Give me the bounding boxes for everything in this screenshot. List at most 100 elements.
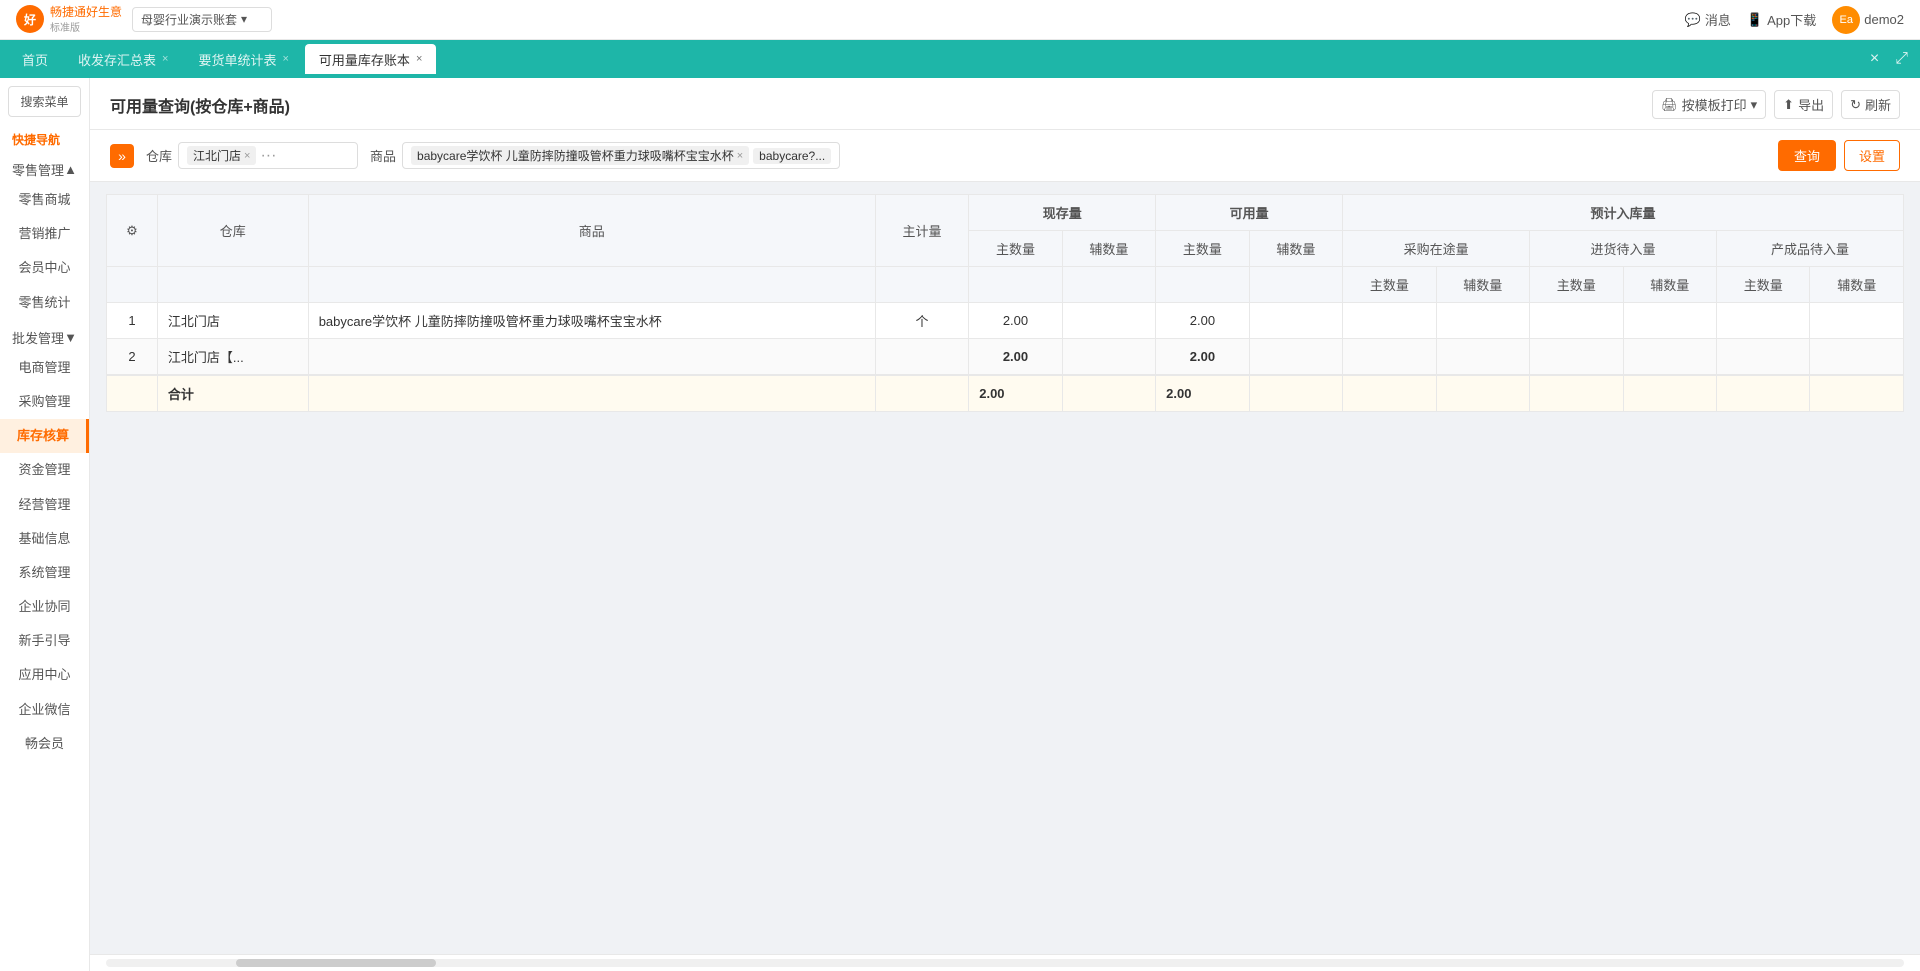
sidebar-item-vip[interactable]: 畅会员 [0, 727, 89, 761]
row2-num: 2 [107, 339, 158, 376]
print-label: 按模板打印 [1682, 95, 1747, 114]
refresh-label: 刷新 [1865, 95, 1891, 114]
tab-available[interactable]: 可用量库存账本 × [305, 44, 436, 74]
chevron-down-icon: ▾ [1751, 97, 1758, 113]
logo-sub: 标准版 [50, 19, 122, 34]
row2-stock-main: 2.00 [969, 339, 1062, 376]
sidebar-item-retail-mall[interactable]: 零售商城 [0, 183, 89, 217]
sidebar-item-marketing[interactable]: 营销推广 [0, 217, 89, 251]
logo-text-block: 畅捷通好生意 标准版 [50, 5, 122, 34]
col-warehouse: 仓库 [157, 195, 308, 267]
logo-icon: 好 [16, 5, 44, 33]
tab-close-all-btn[interactable]: × [1866, 48, 1883, 70]
col-gear-sub [107, 267, 158, 303]
col-incoming-header: 进货待入量 [1530, 231, 1717, 267]
content: 可用量查询(按仓库+商品) 🖨 按模板打印 ▾ ⬆ 导出 ↻ 刷新 [90, 78, 1920, 971]
warehouse-label: 仓库 [146, 146, 172, 165]
col-avail-aux: 辅数量 [1249, 231, 1342, 267]
top-bar: 好 畅捷通好生意 标准版 母婴行业演示账套 ▾ 💬 消息 📱 App下载 Ea … [0, 0, 1920, 40]
col-unit: 主计量 [875, 195, 968, 267]
col-avail-main-sub [1156, 267, 1249, 303]
app-download-action[interactable]: 📱 App下载 [1747, 10, 1816, 29]
tab-bar: 首页 收发存汇总表 × 要货单统计表 × 可用量库存账本 × × ⤢ [0, 40, 1920, 78]
sidebar-item-newbie[interactable]: 新手引导 [0, 624, 89, 658]
sidebar-item-appstore[interactable]: 应用中心 [0, 658, 89, 692]
tab-home[interactable]: 首页 [8, 44, 62, 74]
tab-order-stat[interactable]: 要货单统计表 × [184, 44, 302, 74]
footer-label: 合计 [157, 375, 308, 412]
sidebar-item-enterprise[interactable]: 企业协同 [0, 590, 89, 624]
col-inc-aux: 辅数量 [1623, 267, 1716, 303]
goods-tag1-close[interactable]: × [737, 150, 743, 162]
main-layout: 搜索菜单 快捷导航 零售管理 ▲ 零售商城 营销推广 会员中心 零售统计 批发管… [0, 78, 1920, 971]
row2-inc-aux [1623, 339, 1716, 376]
row1-unit: 个 [875, 303, 968, 339]
row2-prod-main [1716, 339, 1809, 376]
sidebar-item-members[interactable]: 会员中心 [0, 251, 89, 285]
sidebar-item-retail-stats[interactable]: 零售统计 [0, 286, 89, 320]
footer-goods [308, 375, 875, 412]
sidebar-item-retail[interactable]: 零售管理 ▲ [0, 152, 89, 183]
footer-stock-main: 2.00 [969, 375, 1062, 412]
footer-empty [107, 375, 158, 412]
sidebar-item-purchase[interactable]: 采购管理 [0, 385, 89, 419]
industry-select[interactable]: 母婴行业演示账套 ▾ [132, 7, 272, 32]
warehouse-more[interactable]: ··· [260, 147, 276, 165]
footer-pur-main [1343, 375, 1436, 412]
col-gear[interactable]: ⚙ [107, 195, 158, 267]
sidebar-item-ecommerce[interactable]: 电商管理 [0, 351, 89, 385]
message-label: 消息 [1705, 10, 1731, 29]
col-stock-aux-sub [1062, 267, 1155, 303]
scroll-thumb[interactable] [236, 959, 436, 967]
refresh-icon: ↻ [1850, 97, 1861, 113]
sidebar-item-operations[interactable]: 经营管理 [0, 488, 89, 522]
avatar: Ea [1832, 6, 1860, 34]
refresh-btn[interactable]: ↻ 刷新 [1841, 90, 1900, 119]
page-actions: 🖨 按模板打印 ▾ ⬆ 导出 ↻ 刷新 [1652, 90, 1900, 119]
sidebar-nav-label[interactable]: 快捷导航 [0, 125, 89, 152]
goods-tag1: babycare学饮杯 儿童防摔防撞吸管杯重力球吸嘴杯宝宝水杯 × [411, 146, 749, 165]
row1-inc-main [1530, 303, 1623, 339]
settings-btn[interactable]: 设置 [1844, 140, 1900, 171]
print-btn[interactable]: 🖨 按模板打印 ▾ [1652, 90, 1766, 119]
page-header: 可用量查询(按仓库+商品) 🖨 按模板打印 ▾ ⬆ 导出 ↻ 刷新 [90, 78, 1920, 130]
sidebar-item-finance[interactable]: 资金管理 [0, 453, 89, 487]
tab-available-close[interactable]: × [416, 53, 422, 65]
chevron-down-icon: ▼ [64, 330, 77, 345]
warehouse-input[interactable]: 江北门店 × ··· [178, 142, 358, 169]
sidebar-item-weixin[interactable]: 企业微信 [0, 693, 89, 727]
sidebar-item-wholesale[interactable]: 批发管理 ▼ [0, 320, 89, 351]
sidebar: 搜索菜单 快捷导航 零售管理 ▲ 零售商城 营销推广 会员中心 零售统计 批发管… [0, 78, 90, 971]
sidebar-item-system[interactable]: 系统管理 [0, 556, 89, 590]
row2-inc-main [1530, 339, 1623, 376]
print-icon: 🖨 [1661, 97, 1678, 113]
row1-pur-aux [1436, 303, 1529, 339]
row1-num: 1 [107, 303, 158, 339]
page-title: 可用量查询(按仓库+商品) [110, 93, 290, 117]
user-area[interactable]: Ea demo2 [1832, 6, 1904, 34]
tab-receive-close[interactable]: × [162, 53, 168, 65]
tab-receive[interactable]: 收发存汇总表 × [64, 44, 182, 74]
scroll-track[interactable] [106, 959, 1904, 967]
export-btn[interactable]: ⬆ 导出 [1774, 90, 1833, 119]
table-row: 1 江北门店 babycare学饮杯 儿童防摔防撞吸管杯重力球吸嘴杯宝宝水杯 个… [107, 303, 1904, 339]
goods-input[interactable]: babycare学饮杯 儿童防摔防撞吸管杯重力球吸嘴杯宝宝水杯 × babyca… [402, 142, 840, 169]
search-menu-btn[interactable]: 搜索菜单 [8, 86, 81, 117]
warehouse-tag: 江北门店 × [187, 146, 256, 165]
sidebar-item-basic[interactable]: 基础信息 [0, 522, 89, 556]
sidebar-search: 搜索菜单 [0, 78, 89, 125]
tab-expand-btn[interactable]: ⤢ [1891, 48, 1912, 70]
tab-order-stat-close[interactable]: × [282, 53, 288, 65]
filter-toggle-btn[interactable]: » [110, 144, 134, 168]
tab-bar-right: × ⤢ [1866, 48, 1912, 70]
industry-label: 母婴行业演示账套 [141, 11, 237, 28]
row2-pur-aux [1436, 339, 1529, 376]
warehouse-tag-close[interactable]: × [244, 150, 250, 162]
sidebar-item-inventory[interactable]: 库存核算 [0, 419, 89, 453]
query-btn[interactable]: 查询 [1778, 140, 1836, 171]
row1-pur-main [1343, 303, 1436, 339]
footer-inc-main [1530, 375, 1623, 412]
message-action[interactable]: 💬 消息 [1685, 10, 1731, 29]
col-stock-header: 现存量 [969, 195, 1156, 231]
col-goods: 商品 [308, 195, 875, 267]
